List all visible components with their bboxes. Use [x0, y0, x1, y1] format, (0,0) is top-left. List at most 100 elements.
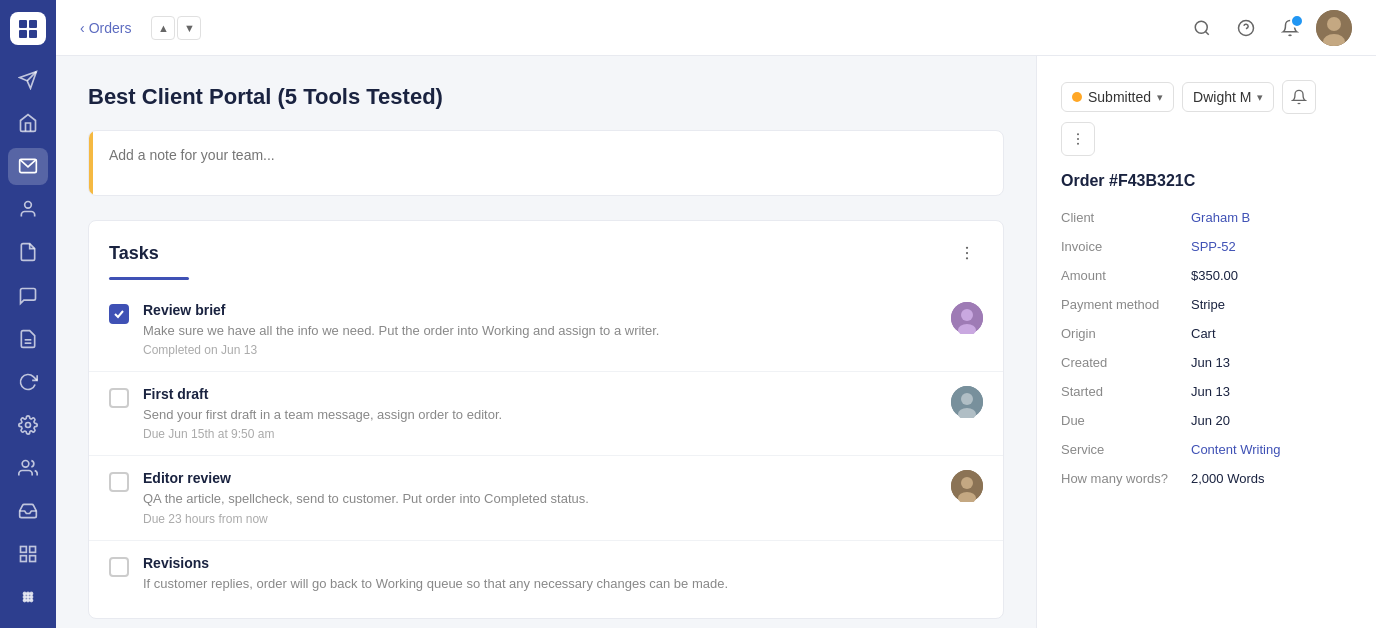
- status-chevron-icon: ▾: [1157, 91, 1163, 104]
- task-assignee-avatar: [951, 470, 983, 502]
- task-description: Send your first draft in a team message,…: [143, 406, 937, 424]
- svg-point-31: [966, 247, 968, 249]
- detail-label: Created: [1061, 355, 1191, 370]
- task-description: Make sure we have all the info we need. …: [143, 322, 937, 340]
- status-dropdown[interactable]: Submitted ▾: [1061, 82, 1174, 112]
- task-checkbox-review-brief[interactable]: [109, 304, 129, 324]
- task-content-editor-review: Editor review QA the article, spellcheck…: [143, 470, 937, 525]
- back-button[interactable]: ‹ Orders: [80, 20, 131, 36]
- detail-label: Started: [1061, 384, 1191, 399]
- detail-row-client: Client Graham B: [1061, 210, 1352, 225]
- task-due: Due Jun 15th at 9:50 am: [143, 427, 937, 441]
- task-assignee-avatar: [951, 386, 983, 418]
- assignee-label: Dwight M: [1193, 89, 1251, 105]
- assignee-dropdown[interactable]: Dwight M ▾: [1182, 82, 1274, 112]
- sidebar-item-contacts[interactable]: [8, 191, 48, 228]
- svg-point-9: [26, 422, 31, 427]
- svg-point-45: [1077, 143, 1079, 145]
- svg-rect-1: [29, 20, 37, 28]
- back-chevron-icon: ‹: [80, 20, 85, 36]
- svg-point-33: [966, 257, 968, 259]
- notifications-panel-button[interactable]: [1282, 80, 1316, 114]
- svg-point-19: [27, 596, 30, 599]
- task-checkbox-first-draft[interactable]: [109, 388, 129, 408]
- detail-value-origin: Cart: [1191, 326, 1216, 341]
- sidebar-item-home[interactable]: [8, 105, 48, 142]
- svg-point-43: [1077, 133, 1079, 135]
- back-label[interactable]: Orders: [89, 20, 132, 36]
- sidebar-logo[interactable]: [10, 12, 46, 45]
- detail-label: Due: [1061, 413, 1191, 428]
- task-assignee-avatar: [951, 302, 983, 334]
- sidebar-item-partners[interactable]: [8, 450, 48, 487]
- user-avatar[interactable]: [1316, 10, 1352, 46]
- task-name: Review brief: [143, 302, 937, 318]
- note-area: [88, 130, 1004, 196]
- tasks-menu-button[interactable]: [951, 237, 983, 269]
- svg-point-41: [961, 477, 973, 489]
- search-button[interactable]: [1184, 10, 1220, 46]
- detail-label: Amount: [1061, 268, 1191, 283]
- detail-value-invoice[interactable]: SPP-52: [1191, 239, 1236, 254]
- sidebar-item-chat[interactable]: [8, 277, 48, 314]
- task-name: First draft: [143, 386, 937, 402]
- svg-point-21: [23, 600, 26, 603]
- notifications-button[interactable]: [1272, 10, 1308, 46]
- help-button[interactable]: [1228, 10, 1264, 46]
- detail-value-amount: $350.00: [1191, 268, 1238, 283]
- task-item: Editor review QA the article, spellcheck…: [89, 456, 1003, 540]
- assignee-chevron-icon: ▾: [1257, 91, 1263, 104]
- task-content-revisions: Revisions If customer replies, order wil…: [143, 555, 983, 596]
- detail-value-payment: Stripe: [1191, 297, 1225, 312]
- svg-point-5: [25, 202, 32, 209]
- svg-point-44: [1077, 138, 1079, 140]
- detail-row-amount: Amount $350.00: [1061, 268, 1352, 283]
- task-due: Completed on Jun 13: [143, 343, 937, 357]
- svg-rect-12: [30, 547, 36, 553]
- detail-row-origin: Origin Cart: [1061, 326, 1352, 341]
- svg-point-29: [1327, 17, 1341, 31]
- detail-value-due: Jun 20: [1191, 413, 1230, 428]
- svg-point-17: [30, 593, 33, 596]
- sidebar-item-grid[interactable]: [8, 536, 48, 573]
- detail-label: Origin: [1061, 326, 1191, 341]
- sidebar-item-reports[interactable]: [8, 320, 48, 357]
- next-order-button[interactable]: ▼: [177, 16, 201, 40]
- sidebar-item-apps[interactable]: [8, 579, 48, 616]
- detail-label: Service: [1061, 442, 1191, 457]
- detail-row-due: Due Jun 20: [1061, 413, 1352, 428]
- sidebar-item-messages[interactable]: [8, 148, 48, 185]
- task-content-review-brief: Review brief Make sure we have all the i…: [143, 302, 937, 357]
- svg-rect-14: [21, 556, 27, 562]
- prev-order-button[interactable]: ▲: [151, 16, 175, 40]
- more-options-button[interactable]: [1061, 122, 1095, 156]
- task-checkbox-revisions[interactable]: [109, 557, 129, 577]
- sidebar: [0, 0, 56, 628]
- detail-value-client[interactable]: Graham B: [1191, 210, 1250, 225]
- sidebar-item-invoices[interactable]: [8, 234, 48, 271]
- detail-value-service[interactable]: Content Writing: [1191, 442, 1280, 457]
- svg-point-38: [961, 393, 973, 405]
- detail-row-service: Service Content Writing: [1061, 442, 1352, 457]
- detail-label: Client: [1061, 210, 1191, 225]
- sidebar-item-inbox[interactable]: [8, 493, 48, 530]
- task-checkbox-editor-review[interactable]: [109, 472, 129, 492]
- task-name: Revisions: [143, 555, 983, 571]
- svg-rect-2: [19, 30, 27, 38]
- sidebar-item-refresh[interactable]: [8, 363, 48, 400]
- page-title: Best Client Portal (5 Tools Tested): [88, 84, 1004, 110]
- detail-value-started: Jun 13: [1191, 384, 1230, 399]
- sidebar-item-settings[interactable]: [8, 406, 48, 443]
- status-label: Submitted: [1088, 89, 1151, 105]
- sidebar-item-send[interactable]: [8, 61, 48, 98]
- task-due: Due 23 hours from now: [143, 512, 937, 526]
- svg-line-25: [1205, 31, 1208, 34]
- right-panel: Submitted ▾ Dwight M ▾ Order #F43B321C C…: [1036, 56, 1376, 628]
- svg-point-24: [1195, 21, 1207, 33]
- topbar: ‹ Orders ▲ ▼: [56, 0, 1376, 56]
- detail-row-started: Started Jun 13: [1061, 384, 1352, 399]
- svg-rect-0: [19, 20, 27, 28]
- detail-label: Invoice: [1061, 239, 1191, 254]
- team-note-input[interactable]: [93, 131, 1003, 195]
- task-name: Editor review: [143, 470, 937, 486]
